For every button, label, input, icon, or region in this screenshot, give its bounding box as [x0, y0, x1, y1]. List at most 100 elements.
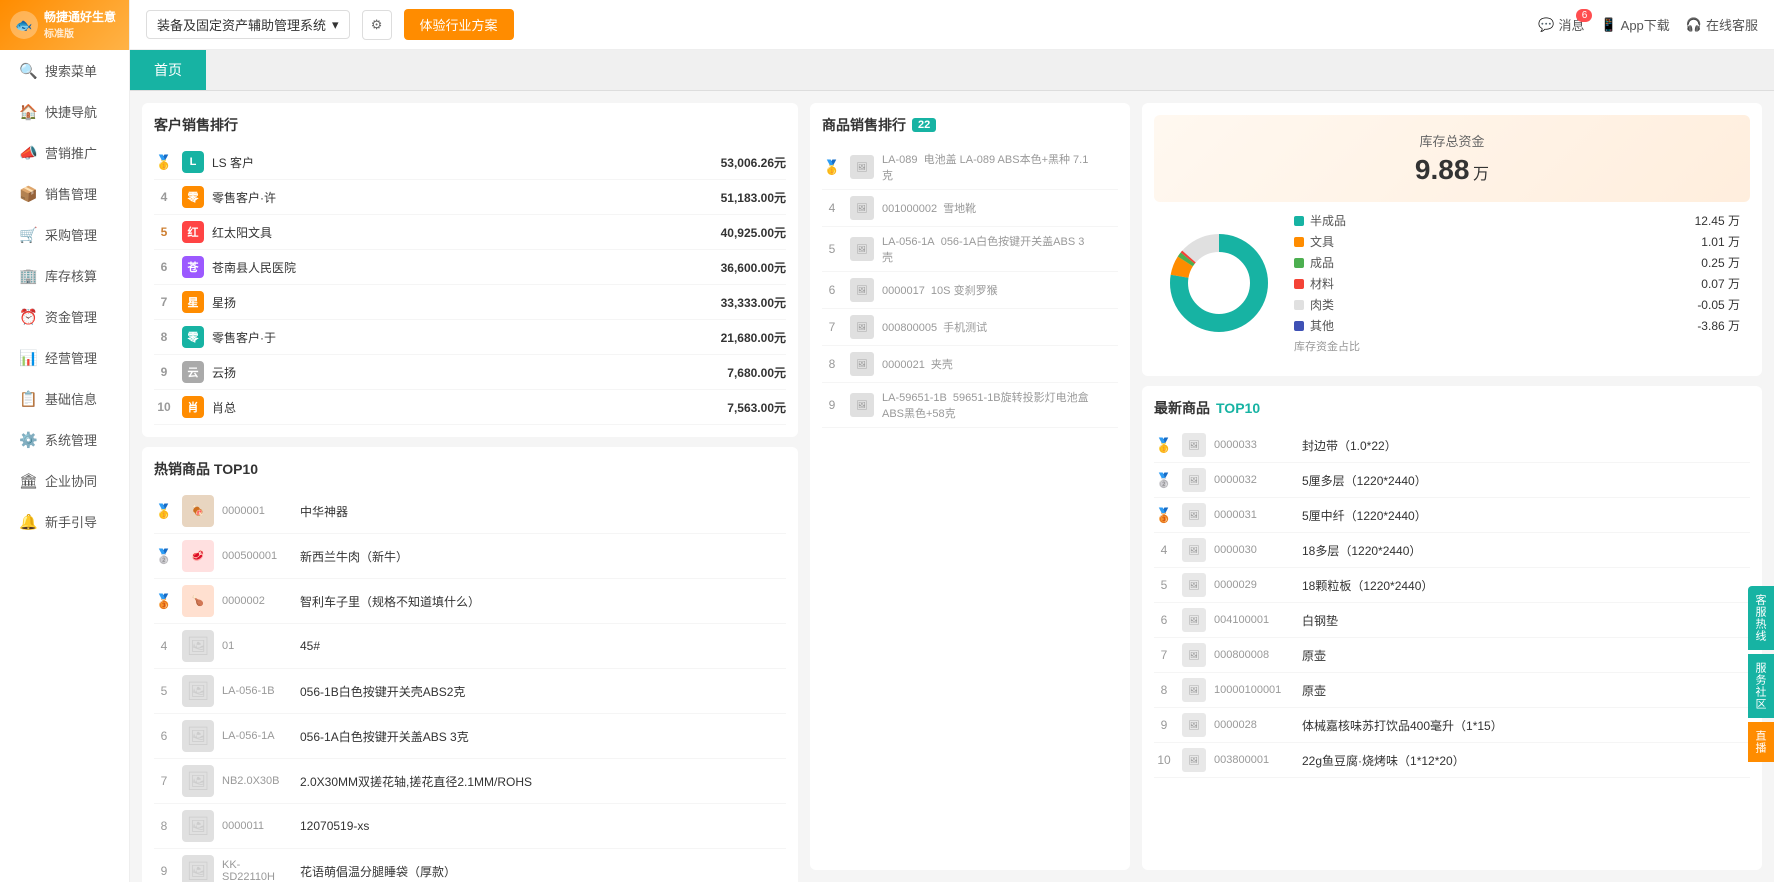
customer-amount: 53,006.26元: [721, 154, 786, 171]
rank-num: 5: [1154, 578, 1174, 592]
rank-medal: 🥈: [1154, 472, 1174, 489]
legend-val: 0.07 万: [1701, 275, 1740, 292]
customer-ranking-card: 客户销售排行 🥇 L LS 客户 53,006.26元 4 零 零售客户·许 5…: [142, 103, 798, 437]
rank-medal: 🥉: [1154, 507, 1174, 524]
sidebar-item-system[interactable]: ⚙️ 系统管理: [0, 419, 129, 460]
sidebar-item-search[interactable]: 🔍 搜索菜单: [0, 50, 129, 91]
rank-item: 8 零 零售客户·于 21,680.00元: [154, 320, 786, 355]
donut-chart: [1164, 228, 1274, 338]
product-right-item: 8 🖼 10000100001 原壶: [1154, 673, 1750, 708]
product-detail: 0000021 夹壳: [882, 356, 1118, 372]
customer-name: 零售客户·于: [212, 329, 713, 346]
sidebar-item-guide[interactable]: 🔔 新手引导: [0, 501, 129, 542]
product-code: 003800001: [1214, 754, 1294, 766]
sidebar-item-inventory[interactable]: 🏢 库存核算: [0, 255, 129, 296]
package-icon: 📦: [19, 185, 37, 203]
customer-avatar: 云: [182, 361, 204, 383]
chevron-down-icon: ▾: [332, 17, 339, 33]
legend-val: 12.45 万: [1695, 212, 1740, 229]
sidebar-item-quicknav[interactable]: 🏠 快捷导航: [0, 91, 129, 132]
product-item: 5 🖼 LA-056-1B 056-1B白色按键开关壳ABS2克: [154, 669, 786, 714]
customer-name: 苍南县人民医院: [212, 259, 713, 276]
customer-amount: 33,333.00元: [721, 294, 786, 311]
building-icon: 🏢: [19, 267, 37, 285]
settings-button[interactable]: ⚙: [362, 10, 392, 40]
product-name: 封边带（1.0*22）: [1302, 437, 1750, 454]
product-code: 10000100001: [1214, 684, 1294, 696]
sidebar-item-finance[interactable]: ⏰ 资金管理: [0, 296, 129, 337]
customer-avatar: 红: [182, 221, 204, 243]
legend-name: 肉类: [1310, 296, 1691, 313]
product-code: 0000030: [1214, 544, 1294, 556]
live-button[interactable]: 直播: [1748, 722, 1774, 762]
rank-num: 5: [822, 242, 842, 256]
service-hotline-button[interactable]: 客服热线: [1748, 586, 1774, 650]
product-image: 🖼: [182, 630, 214, 662]
legend-item: 半成品 12.45 万: [1294, 212, 1740, 229]
stock-total: 库存总资金 9.88 万: [1154, 115, 1750, 202]
gear-icon: ⚙️: [19, 431, 37, 449]
rank-medal: 🥇: [154, 503, 174, 520]
product-sales-ranking-card: 商品销售排行 22 🥇 🖼 LA-089 电池盖 LA-089 ABS本色+黑种…: [810, 103, 1130, 870]
sidebar-item-marketing[interactable]: 📣 营销推广: [0, 132, 129, 173]
product-right-item: 10 🖼 003800001 22g鱼豆腐·烧烤味（1*12*20）: [1154, 743, 1750, 778]
tab-home[interactable]: 首页: [130, 50, 206, 90]
product-code: 0000031: [1214, 509, 1294, 521]
content-left: 客户销售排行 🥇 L LS 客户 53,006.26元 4 零 零售客户·许 5…: [130, 91, 810, 882]
sidebar-item-label: 搜索菜单: [45, 61, 97, 80]
rank-item: 10 肖 肖总 7,563.00元: [154, 390, 786, 425]
sidebar-item-label: 企业协同: [45, 471, 97, 490]
rank-num: 6: [154, 260, 174, 274]
sidebar-item-basic[interactable]: 📋 基础信息: [0, 378, 129, 419]
product-name: 45#: [300, 639, 786, 653]
rank-num: 9: [822, 398, 842, 412]
sidebar-item-sales[interactable]: 📦 销售管理: [0, 173, 129, 214]
sidebar-item-label: 快捷导航: [45, 102, 97, 121]
service-button[interactable]: 🎧 在线客服: [1686, 15, 1758, 34]
rank-item: 9 云 云扬 7,680.00元: [154, 355, 786, 390]
main-area: 装备及固定资产辅助管理系统 ▾ ⚙ 体验行业方案 💬 消息 6 📱 App下载 …: [130, 0, 1774, 882]
rank-medal: 🥇: [822, 159, 842, 176]
rank-num: 9: [1154, 718, 1174, 732]
app-download-button[interactable]: 📱 App下载: [1600, 15, 1669, 34]
hot-products-card: 热销商品 TOP10 🥇 🍖 0000001 中华神器 🥈 🥩 00050000…: [142, 447, 798, 882]
legend-item: 文具 1.01 万: [1294, 233, 1740, 250]
rank-item: 4 零 零售客户·许 51,183.00元: [154, 180, 786, 215]
headset-icon: 🎧: [1686, 17, 1702, 33]
sidebar-item-label: 资金管理: [45, 307, 97, 326]
system-selector[interactable]: 装备及固定资产辅助管理系统 ▾: [146, 10, 350, 39]
no-image-icon: 🖼: [187, 816, 210, 837]
gear-icon: ⚙: [371, 17, 383, 33]
rank-medal: 🥈: [154, 548, 174, 565]
trial-button[interactable]: 体验行业方案: [404, 9, 514, 40]
product-image: 🖼: [850, 196, 874, 220]
cart-icon: 🛒: [19, 226, 37, 244]
product-code: 004100001: [1214, 614, 1294, 626]
product-image: 🖼: [1182, 713, 1206, 737]
sidebar-item-company[interactable]: 🏛 企业协同: [0, 460, 129, 501]
product-detail: 000800005 手机测试: [882, 319, 1118, 335]
no-image-icon: 🖼: [187, 726, 210, 747]
sidebar-item-purchase[interactable]: 🛒 采购管理: [0, 214, 129, 255]
service-community-button[interactable]: 服务社区: [1748, 654, 1774, 718]
product-right-item: 🥉 🖼 0000031 5厘中纤（1220*2440）: [1154, 498, 1750, 533]
sidebar-item-label: 采购管理: [45, 225, 97, 244]
product-code: 0000029: [1214, 579, 1294, 591]
stock-value: 9.88: [1415, 154, 1470, 185]
legend-name: 文具: [1310, 233, 1695, 250]
message-button[interactable]: 💬 消息 6: [1538, 15, 1584, 34]
product-image: 🍗: [182, 585, 214, 617]
content-right: 库存总资金 9.88 万: [1130, 91, 1774, 882]
product-name: 18颗粒板（1220*2440）: [1302, 577, 1750, 594]
rank-num: 5: [154, 684, 174, 698]
product-info: 0000017 10S 变刹罗猴: [882, 282, 1118, 298]
product-code: NB2.0X30B: [222, 775, 292, 787]
content-middle: 商品销售排行 22 🥇 🖼 LA-089 电池盖 LA-089 ABS本色+黑种…: [810, 91, 1130, 882]
product-name: 5厘多层（1220*2440）: [1302, 472, 1750, 489]
customer-name: 零售客户·许: [212, 189, 713, 206]
sidebar-item-operation[interactable]: 📊 经营管理: [0, 337, 129, 378]
rank-num: 9: [154, 365, 174, 379]
legend-color: [1294, 258, 1304, 268]
product-name: 22g鱼豆腐·烧烤味（1*12*20）: [1302, 752, 1750, 769]
no-image-icon: 🖼: [187, 861, 210, 882]
